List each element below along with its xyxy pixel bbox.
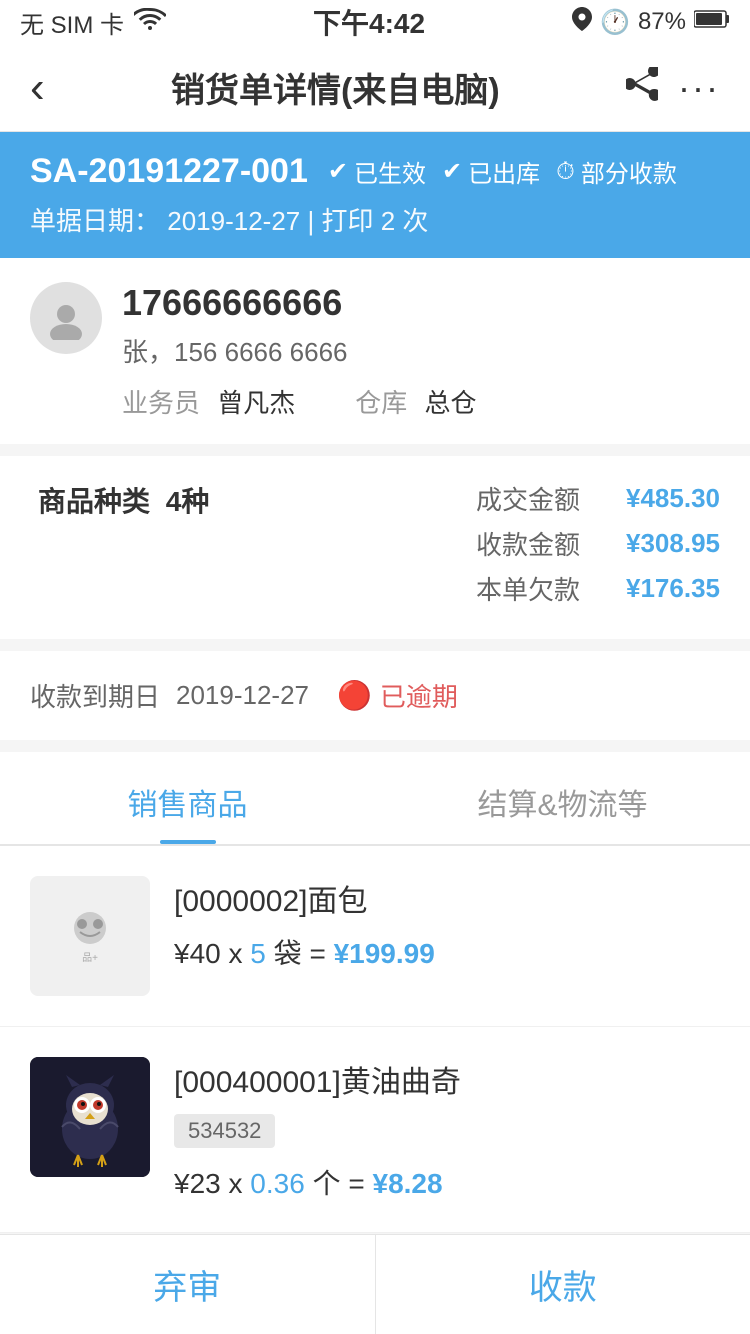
status-right: 🕐 87% <box>572 7 730 38</box>
table-row: [000400001]黄油曲奇 534532 ¥23 x 0.36 个 = ¥8… <box>0 1027 750 1233</box>
status-time: 下午4:42 <box>313 2 425 42</box>
product-thumbnail-2 <box>30 1057 150 1177</box>
back-button[interactable]: ‹ <box>30 63 45 113</box>
due-date-section: 收款到期日 2019-12-27 🔴 已逾期 <box>0 651 750 752</box>
product-badge-2: 534532 <box>174 1114 275 1148</box>
order-id: SA-20191227-001 <box>30 152 308 191</box>
due-date-label: 收款到期日 <box>30 677 160 714</box>
status-shipped: ✔ 已出库 <box>442 154 540 189</box>
product-list: 品+ [0000002]面包 ¥40 x 5 袋 = ¥199.99 <box>0 846 750 1233</box>
overdue-icon: 🔴 <box>337 679 372 712</box>
overdue-text: 已逾期 <box>380 677 458 714</box>
deal-amount-row: 成交金额 ¥485.30 <box>476 480 720 517</box>
reject-review-button[interactable]: 弃审 <box>0 1235 376 1334</box>
check-icon-1: ✔ <box>328 157 348 186</box>
status-bar: 无 SIM 卡 下午4:42 🕐 87% <box>0 0 750 44</box>
status-left: 无 SIM 卡 <box>20 5 166 40</box>
product-info-2: [000400001]黄油曲奇 534532 ¥23 x 0.36 个 = ¥8… <box>174 1057 720 1202</box>
bottom-bar: 弃审 收款 <box>0 1234 750 1334</box>
customer-name: 17666666666 <box>122 282 720 324</box>
battery-label: 87% <box>638 8 686 36</box>
alarm-icon: 🕐 <box>600 8 630 37</box>
svg-text:品+: 品+ <box>82 952 98 964</box>
product-name-2: [000400001]黄油曲奇 <box>174 1057 720 1101</box>
product-price-1: ¥40 x 5 袋 = ¥199.99 <box>174 932 720 972</box>
customer-info: 17666666666 张，156 6666 6666 业务员 曾凡杰 仓库 总… <box>122 282 720 420</box>
amount-summary: 成交金额 ¥485.30 收款金额 ¥308.95 本单欠款 ¥176.35 <box>476 480 720 615</box>
tab-settlement-logistics[interactable]: 结算&物流等 <box>375 752 750 844</box>
customer-sub: 张，156 6666 6666 <box>122 332 720 369</box>
battery-icon <box>694 8 730 36</box>
wifi-icon <box>134 8 166 37</box>
product-name-1: [0000002]面包 <box>174 876 720 920</box>
check-icon-2: ✔ <box>442 157 462 186</box>
tab-bar: 销售商品 结算&物流等 <box>0 752 750 846</box>
nav-bar: ‹ 销货单详情(来自电脑) ··· <box>0 44 750 132</box>
product-price-2: ¥23 x 0.36 个 = ¥8.28 <box>174 1162 720 1202</box>
status-partial-payment: ⏱ 部分收款 <box>556 154 677 189</box>
owed-amount-row: 本单欠款 ¥176.35 <box>476 570 720 607</box>
nav-actions: ··· <box>626 67 720 109</box>
location-icon <box>572 7 592 38</box>
category-field: 商品种类 4种 <box>30 480 209 615</box>
sim-label: 无 SIM 卡 <box>20 5 124 40</box>
order-header: SA-20191227-001 ✔ 已生效 ✔ 已出库 ⏱ 部分收款 单据日期：… <box>0 132 750 258</box>
customer-meta: 业务员 曾凡杰 仓库 总仓 <box>122 383 720 420</box>
product-thumbnail-1: 品+ <box>30 876 150 996</box>
share-icon[interactable] <box>626 67 658 109</box>
received-amount-row: 收款金额 ¥308.95 <box>476 525 720 562</box>
order-date-line: 单据日期： 2019-12-27 | 打印 2 次 <box>30 201 720 238</box>
tab-sales-products[interactable]: 销售商品 <box>0 752 375 844</box>
more-icon[interactable]: ··· <box>678 67 720 109</box>
customer-section: 17666666666 张，156 6666 6666 业务员 曾凡杰 仓库 总… <box>0 258 750 456</box>
overdue-badge: 🔴 已逾期 <box>325 673 470 718</box>
table-row: 品+ [0000002]面包 ¥40 x 5 袋 = ¥199.99 <box>0 846 750 1027</box>
clock-icon: ⏱ <box>556 158 575 186</box>
summary-section: 商品种类 4种 成交金额 ¥485.30 收款金额 ¥308.95 本单欠款 ¥… <box>0 456 750 651</box>
salesperson-field: 业务员 曾凡杰 <box>122 383 295 420</box>
collect-payment-button[interactable]: 收款 <box>376 1235 750 1334</box>
warehouse-field: 仓库 总仓 <box>355 383 476 420</box>
product-info-1: [0000002]面包 ¥40 x 5 袋 = ¥199.99 <box>174 876 720 972</box>
avatar <box>30 282 102 354</box>
due-date-value: 2019-12-27 <box>176 680 309 711</box>
page-title: 销货单详情(来自电脑) <box>171 63 500 112</box>
status-effective: ✔ 已生效 <box>328 154 426 189</box>
